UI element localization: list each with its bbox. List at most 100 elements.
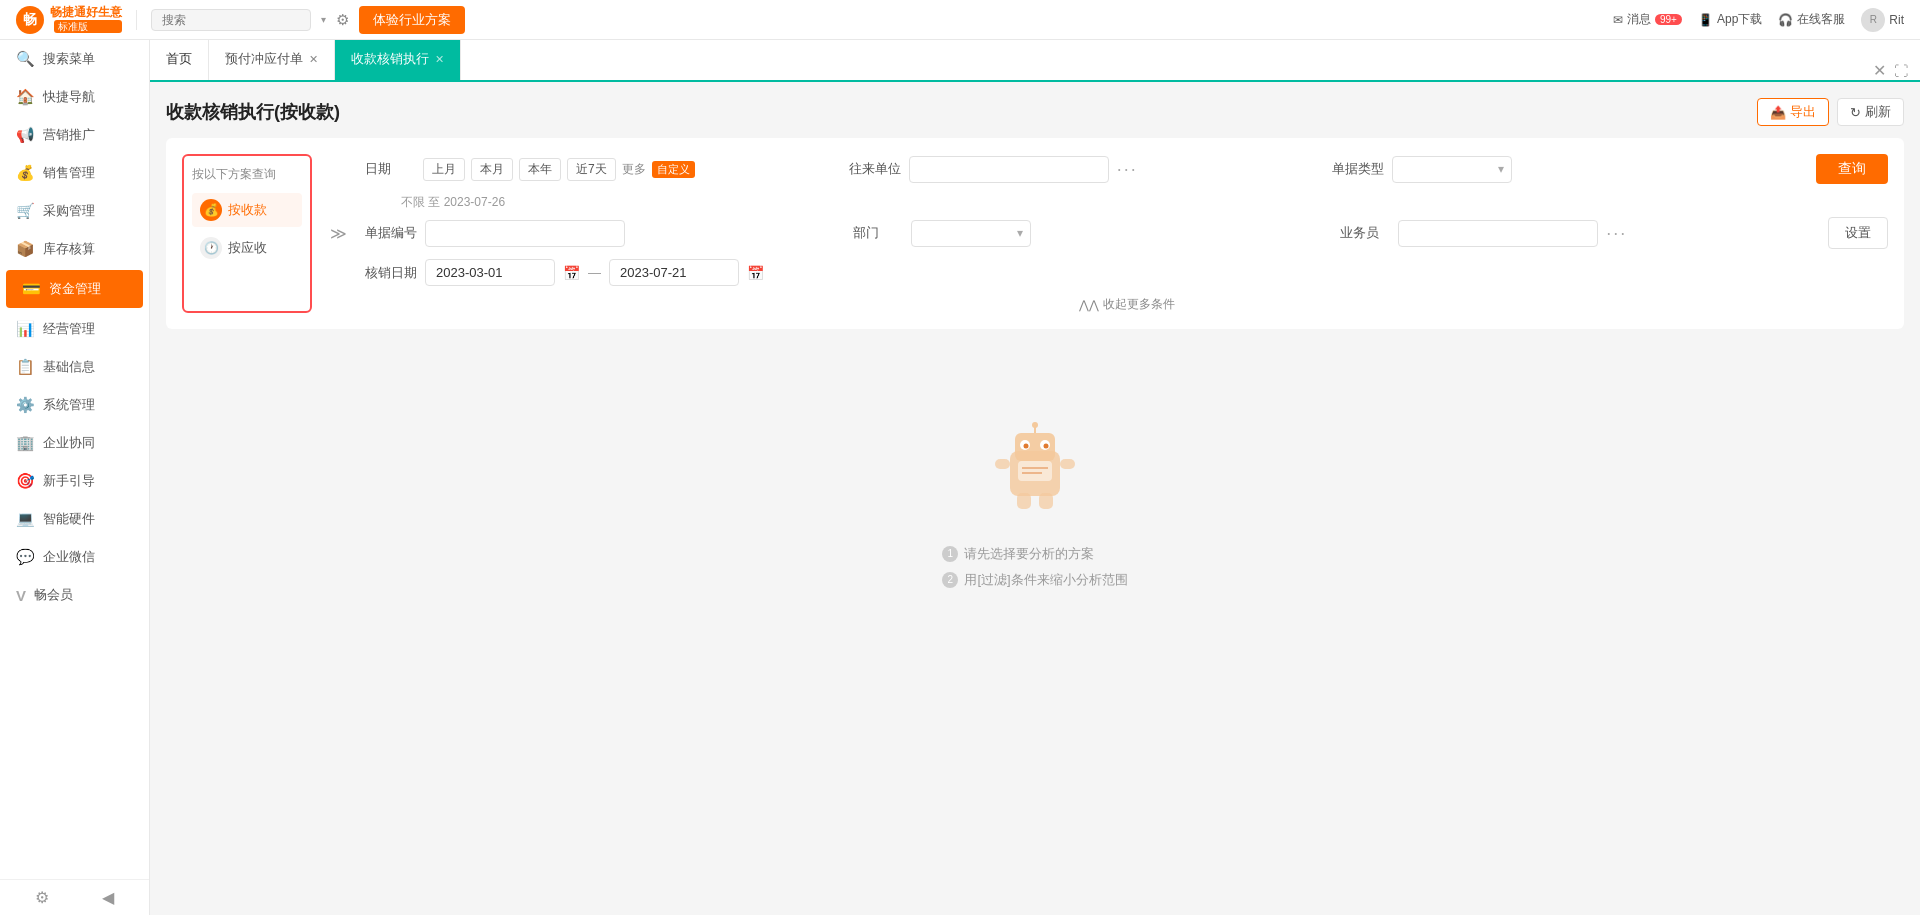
tab-receipt-offset-close[interactable]: ✕ <box>435 53 444 66</box>
refresh-label: 刷新 <box>1865 103 1891 121</box>
sidebar-item-ops[interactable]: 📊 经营管理 <box>0 310 149 348</box>
bill-type-select[interactable] <box>1392 156 1512 183</box>
sidebar-item-inventory[interactable]: 📦 库存核算 <box>0 230 149 268</box>
dept-select[interactable] <box>911 220 1031 247</box>
sidebar-item-base[interactable]: 📋 基础信息 <box>0 348 149 386</box>
logo-icon: 畅 <box>16 6 44 34</box>
date-7days-button[interactable]: 近7天 <box>567 158 616 181</box>
top-search-input[interactable] <box>151 9 311 31</box>
partner-input[interactable] <box>909 156 1109 183</box>
sidebar-item-sales[interactable]: 💰 销售管理 <box>0 154 149 192</box>
salesman-dots-icon[interactable]: ··· <box>1606 223 1627 244</box>
bill-no-input[interactable] <box>425 220 625 247</box>
hardware-icon: 💻 <box>16 510 35 528</box>
search-icon: 🔍 <box>16 50 35 68</box>
collapse-filter-button[interactable]: ≫ <box>324 154 353 313</box>
message-button[interactable]: ✉ 消息 99+ <box>1613 11 1682 28</box>
date-this-year-button[interactable]: 本年 <box>519 158 561 181</box>
app-download-button[interactable]: 📱 App下载 <box>1698 11 1762 28</box>
tab-receipt-offset[interactable]: 收款核销执行 ✕ <box>335 38 461 80</box>
top-bar: 畅 畅捷通好生意 标准版 ▾ ⚙ 体验行业方案 ✉ 消息 99+ 📱 App下载… <box>0 0 1920 40</box>
close-window-icon[interactable]: ✕ <box>1873 61 1886 80</box>
offset-date-end-input[interactable] <box>609 259 739 286</box>
collapse-more-button[interactable]: ⋀⋀ 收起更多条件 <box>1079 296 1175 313</box>
query-button[interactable]: 查询 <box>1816 154 1888 184</box>
collapse-more-row: ⋀⋀ 收起更多条件 <box>365 296 1888 313</box>
date-label: 日期 <box>365 160 415 178</box>
settings-bottom-icon[interactable]: ⚙ <box>35 888 49 907</box>
sidebar-label-marketing: 营销推广 <box>43 126 95 144</box>
bill-type-select-wrapper <box>1392 156 1512 183</box>
query-row-3: 核销日期 📅 — 📅 <box>365 259 1888 286</box>
tab-home-label: 首页 <box>166 50 192 68</box>
filter-option-by-receipt[interactable]: 💰 按收款 <box>192 193 302 227</box>
sidebar-item-marketing[interactable]: 📢 营销推广 <box>0 116 149 154</box>
online-service-button[interactable]: 🎧 在线客服 <box>1778 11 1845 28</box>
tip-num-2: 2 <box>942 572 958 588</box>
date-last-month-button[interactable]: 上月 <box>423 158 465 181</box>
empty-tips: 1 请先选择要分析的方案 2 用[过滤]条件来缩小分析范围 <box>942 541 1127 593</box>
sidebar-label-hardware: 智能硬件 <box>43 510 95 528</box>
message-label: 消息 <box>1627 11 1651 28</box>
sidebar-item-search-menu[interactable]: 🔍 搜索菜单 <box>0 40 149 78</box>
filter-sidebar: 按以下方案查询 💰 按收款 🕐 按应收 <box>182 154 312 313</box>
tab-prepay-close[interactable]: ✕ <box>309 53 318 66</box>
refresh-button[interactable]: ↻ 刷新 <box>1837 98 1904 126</box>
calendar-end-icon[interactable]: 📅 <box>747 265 764 281</box>
sidebar-item-system[interactable]: ⚙️ 系统管理 <box>0 386 149 424</box>
sidebar-label-quick-nav: 快捷导航 <box>43 88 95 106</box>
collapse-sidebar-icon[interactable]: ◀ <box>102 888 114 907</box>
date-custom-badge[interactable]: 自定义 <box>652 161 695 178</box>
date-range-hint: 不限 至 2023-07-26 <box>401 195 505 209</box>
tab-bar: 首页 预付冲应付单 ✕ 收款核销执行 ✕ ✕ ⛶ <box>150 40 1920 82</box>
logo: 畅 畅捷通好生意 标准版 <box>16 6 122 34</box>
sidebar-item-hardware[interactable]: 💻 智能硬件 <box>0 500 149 538</box>
sidebar: 🔍 搜索菜单 🏠 快捷导航 📢 营销推广 💰 销售管理 🛒 采购管理 📦 库存核… <box>0 40 150 915</box>
filter-by-receivable-label: 按应收 <box>228 239 267 257</box>
setting-button[interactable]: 设置 <box>1828 217 1888 249</box>
sidebar-item-purchase[interactable]: 🛒 采购管理 <box>0 192 149 230</box>
sidebar-label-member: 畅会员 <box>34 586 73 604</box>
date-this-month-button[interactable]: 本月 <box>471 158 513 181</box>
date-dash: — <box>588 265 601 280</box>
filter-option-by-receivable[interactable]: 🕐 按应收 <box>192 231 302 265</box>
date-more-button[interactable]: 更多 <box>622 161 646 178</box>
sidebar-item-quick-nav[interactable]: 🏠 快捷导航 <box>0 78 149 116</box>
sidebar-label-guide: 新手引导 <box>43 472 95 490</box>
calendar-start-icon[interactable]: 📅 <box>563 265 580 281</box>
svg-point-5 <box>1044 444 1049 449</box>
svg-rect-8 <box>995 459 1010 469</box>
message-badge: 99+ <box>1655 14 1682 25</box>
sidebar-item-wechat[interactable]: 💬 企业微信 <box>0 538 149 576</box>
offset-date-label: 核销日期 <box>365 264 417 282</box>
offset-date-field: 核销日期 📅 — 📅 <box>365 259 1888 286</box>
svg-rect-12 <box>1018 461 1052 481</box>
tab-receipt-offset-label: 收款核销执行 <box>351 50 429 68</box>
expand-icon[interactable]: ⛶ <box>1894 63 1908 79</box>
tab-prepay[interactable]: 预付冲应付单 ✕ <box>209 38 335 80</box>
app-download-label: App下载 <box>1717 11 1762 28</box>
partner-dots-icon[interactable]: ··· <box>1117 159 1138 180</box>
user-profile[interactable]: R Rit <box>1861 8 1904 32</box>
industry-solution-button[interactable]: 体验行业方案 <box>359 6 465 34</box>
tab-home[interactable]: 首页 <box>150 38 209 80</box>
export-button[interactable]: 📤 导出 <box>1757 98 1829 126</box>
gear-icon[interactable]: ⚙ <box>336 11 349 29</box>
empty-tip-2-text: 用[过滤]条件来缩小分析范围 <box>964 567 1127 593</box>
online-service-label: 在线客服 <box>1797 11 1845 28</box>
top-bar-right: ✉ 消息 99+ 📱 App下载 🎧 在线客服 R Rit <box>1613 8 1904 32</box>
dept-label: 部门 <box>853 224 903 242</box>
page-actions: 📤 导出 ↻ 刷新 <box>1757 98 1904 126</box>
message-icon: ✉ <box>1613 13 1623 27</box>
avatar: R <box>1861 8 1885 32</box>
sidebar-label-finance: 资金管理 <box>49 280 101 298</box>
tab-bar-right: ✕ ⛶ <box>1861 61 1920 80</box>
sidebar-item-finance[interactable]: 💳 资金管理 <box>6 270 143 308</box>
salesman-input[interactable] <box>1398 220 1598 247</box>
sidebar-label-ops: 经营管理 <box>43 320 95 338</box>
sidebar-item-guide[interactable]: 🎯 新手引导 <box>0 462 149 500</box>
offset-date-start-input[interactable] <box>425 259 555 286</box>
refresh-icon: ↻ <box>1850 105 1861 120</box>
sidebar-item-corp[interactable]: 🏢 企业协同 <box>0 424 149 462</box>
sidebar-item-member[interactable]: V 畅会员 <box>0 576 149 614</box>
